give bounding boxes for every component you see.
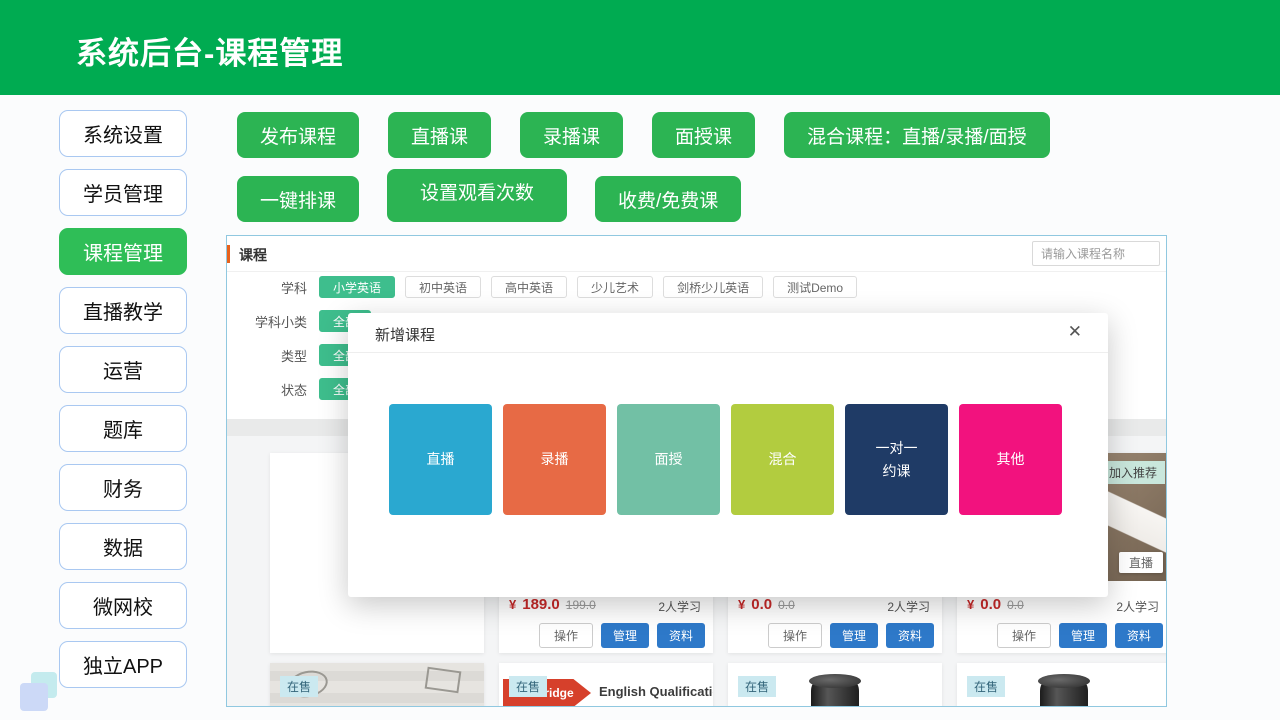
course-original-price: 0.0 xyxy=(1007,598,1024,612)
manage-button[interactable]: 管理 xyxy=(1059,623,1107,648)
type-card-one-on-one[interactable]: 一对一 约课 xyxy=(845,404,948,515)
pill-publish-course[interactable]: 发布课程 xyxy=(237,112,359,158)
filter-label-status: 状态 xyxy=(245,380,307,399)
pill-offline-course[interactable]: 面授课 xyxy=(652,112,755,158)
accent-bar xyxy=(227,245,230,263)
subject-tag-kids-art[interactable]: 少儿艺术 xyxy=(577,276,653,298)
type-card-label-line1: 一对一 xyxy=(876,437,918,459)
sidebar-item-data[interactable]: 数据 xyxy=(59,523,187,570)
course-price: 0.0 xyxy=(980,596,1001,613)
filter-label-subcategory: 学科小类 xyxy=(245,312,307,331)
course-original-price: 0.0 xyxy=(778,598,795,612)
material-button[interactable]: 资料 xyxy=(886,623,934,648)
operate-button[interactable]: 操作 xyxy=(997,623,1051,648)
manage-button[interactable]: 管理 xyxy=(830,623,878,648)
sidebar: 系统设置 学员管理 课程管理 直播教学 运营 题库 财务 数据 微网校 独立AP… xyxy=(59,110,187,688)
course-search-input[interactable] xyxy=(1032,241,1160,266)
cambridge-text: English Qualifications xyxy=(599,684,713,699)
course-card[interactable]: 在售 xyxy=(957,663,1167,707)
pill-one-click-schedule[interactable]: 一键排课 xyxy=(237,176,359,222)
pill-recorded-course[interactable]: 录播课 xyxy=(520,112,623,158)
sidebar-item-micro-school[interactable]: 微网校 xyxy=(59,582,187,629)
type-card-mixed[interactable]: 混合 xyxy=(731,404,834,515)
sidebar-item-student-management[interactable]: 学员管理 xyxy=(59,169,187,216)
students-count: 2人学习 xyxy=(887,598,930,615)
pill-paid-free-course[interactable]: 收费/免费课 xyxy=(595,176,741,222)
feature-pills-row2: 一键排课 设置观看次数 收费/免费课 xyxy=(237,176,741,222)
pill-live-course[interactable]: 直播课 xyxy=(388,112,491,158)
on-sale-badge: 在售 xyxy=(509,676,547,697)
material-button[interactable]: 资料 xyxy=(1115,623,1163,648)
subject-tag-cambridge-kids[interactable]: 剑桥少儿英语 xyxy=(663,276,763,298)
modal-title: 新增课程 xyxy=(375,324,435,345)
sidebar-item-standalone-app[interactable]: 独立APP xyxy=(59,641,187,688)
course-price: 0.0 xyxy=(751,596,772,613)
sidebar-item-finance[interactable]: 财务 xyxy=(59,464,187,511)
subject-tag-primary-english[interactable]: 小学英语 xyxy=(319,276,395,298)
on-sale-badge: 在售 xyxy=(738,676,776,697)
filter-row-subject: 学科 小学英语 初中英语 高中英语 少儿艺术 剑桥少儿英语 测试Demo xyxy=(245,276,857,298)
on-sale-badge: 在售 xyxy=(967,676,1005,697)
students-count: 2人学习 xyxy=(1116,598,1159,615)
course-card[interactable]: Cambridge English Qualifications 在售 xyxy=(499,663,713,707)
course-price: 189.0 xyxy=(522,596,560,613)
decor-square-blue xyxy=(20,683,48,711)
sidebar-item-live-teaching[interactable]: 直播教学 xyxy=(59,287,187,334)
type-card-live[interactable]: 直播 xyxy=(389,404,492,515)
filter-label-type: 类型 xyxy=(245,346,307,365)
course-card[interactable]: 在售 xyxy=(270,663,484,707)
panel-header: 课程 xyxy=(227,236,1166,272)
sidebar-item-question-bank[interactable]: 题库 xyxy=(59,405,187,452)
on-sale-badge: 在售 xyxy=(280,676,318,697)
sidebar-item-system-settings[interactable]: 系统设置 xyxy=(59,110,187,157)
pill-set-view-count[interactable]: 设置观看次数 xyxy=(387,169,567,222)
type-card-recorded[interactable]: 录播 xyxy=(503,404,606,515)
subject-tag-senior-english[interactable]: 高中英语 xyxy=(491,276,567,298)
filter-label-subject: 学科 xyxy=(245,278,307,297)
sidebar-item-course-management[interactable]: 课程管理 xyxy=(59,228,187,275)
type-card-offline[interactable]: 面授 xyxy=(617,404,720,515)
currency-symbol: ¥ xyxy=(509,597,516,612)
course-type-cards: 直播 录播 面授 混合 一对一 约课 其他 xyxy=(389,404,1062,515)
currency-symbol: ¥ xyxy=(738,597,745,612)
pill-mixed-course[interactable]: 混合课程：直播/录播/面授 xyxy=(784,112,1050,158)
operate-button[interactable]: 操作 xyxy=(768,623,822,648)
operate-button[interactable]: 操作 xyxy=(539,623,593,648)
course-card[interactable]: 在售 xyxy=(728,663,942,707)
subject-tag-junior-english[interactable]: 初中英语 xyxy=(405,276,481,298)
course-original-price: 199.0 xyxy=(566,598,596,612)
subject-tag-test-demo[interactable]: 测试Demo xyxy=(773,276,857,298)
live-type-badge: 直播 xyxy=(1119,552,1163,573)
new-course-modal: 新增课程 ✕ 直播 录播 面授 混合 一对一 约课 其他 xyxy=(348,313,1108,597)
currency-symbol: ¥ xyxy=(967,597,974,612)
sidebar-item-operations[interactable]: 运营 xyxy=(59,346,187,393)
app-header: 系统后台-课程管理 xyxy=(0,0,1280,95)
panel-title: 课程 xyxy=(239,245,267,265)
material-button[interactable]: 资料 xyxy=(657,623,705,648)
manage-button[interactable]: 管理 xyxy=(601,623,649,648)
page-title: 系统后台-课程管理 xyxy=(76,28,343,73)
recommend-badge: 加入推荐 xyxy=(1101,461,1165,484)
students-count: 2人学习 xyxy=(658,598,701,615)
close-icon[interactable]: ✕ xyxy=(1068,322,1082,342)
type-card-label-line2: 约课 xyxy=(883,460,911,482)
type-card-other[interactable]: 其他 xyxy=(959,404,1062,515)
modal-divider xyxy=(348,352,1108,353)
feature-pills-row1: 发布课程 直播课 录播课 面授课 混合课程：直播/录播/面授 xyxy=(237,112,1050,158)
